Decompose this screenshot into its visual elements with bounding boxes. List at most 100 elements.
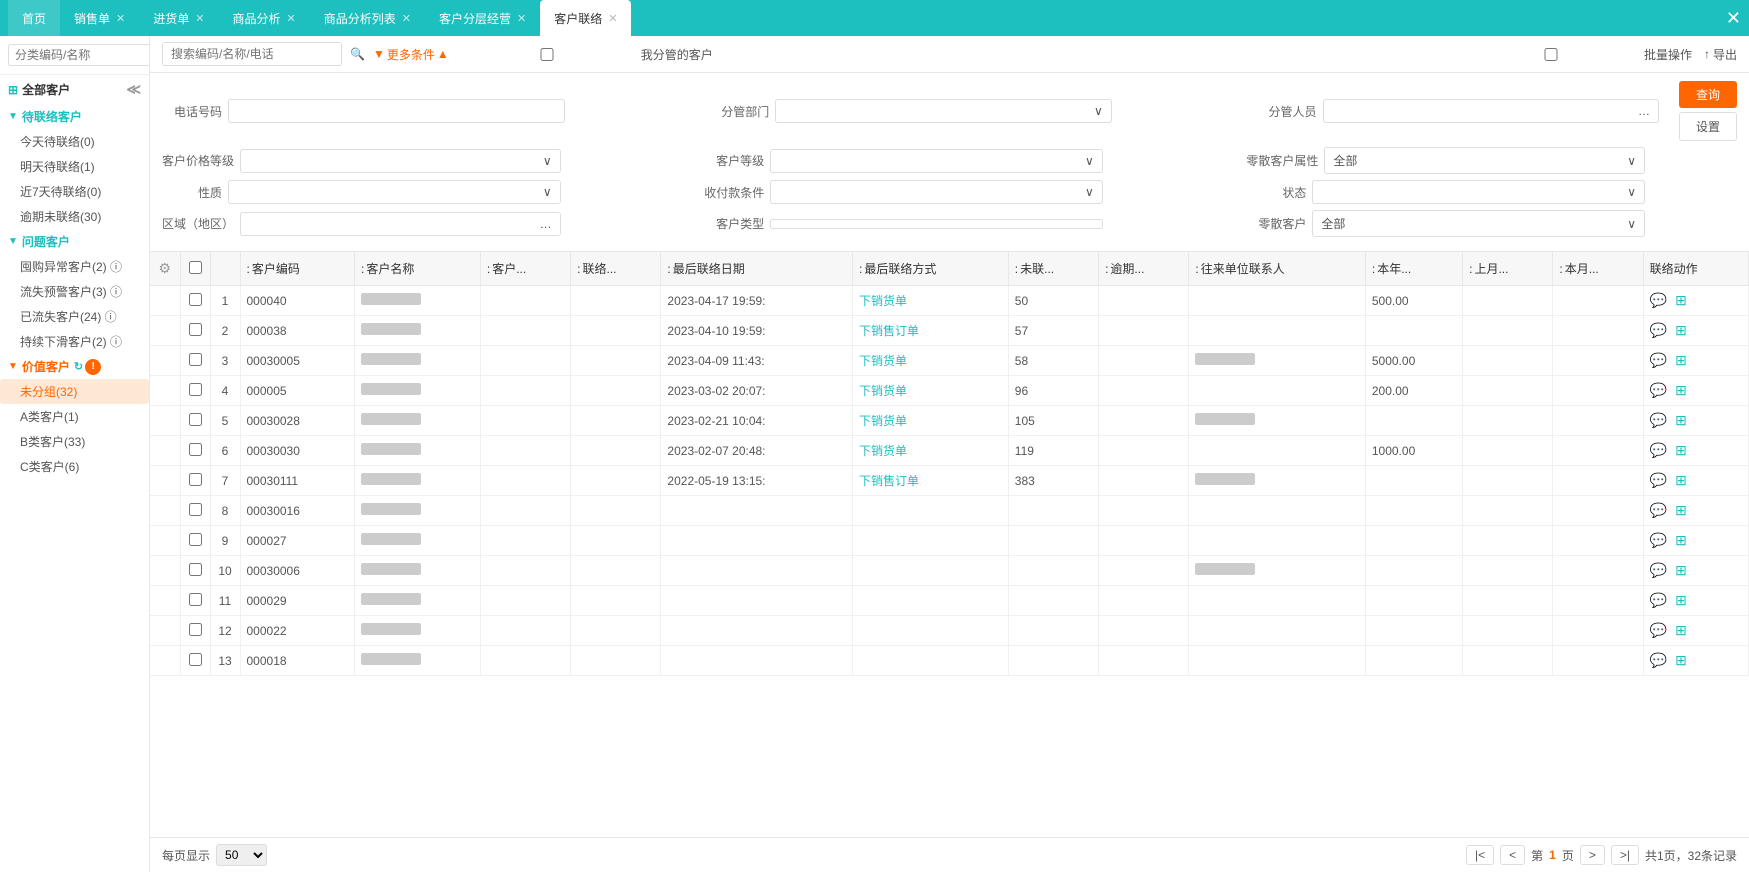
tab-customer-tier[interactable]: 客户分层经营 ✕ xyxy=(425,0,540,36)
col-this-year[interactable]: :本年... xyxy=(1365,252,1462,286)
close-icon[interactable]: ✕ xyxy=(517,12,526,25)
col-this-month[interactable]: :本月... xyxy=(1553,252,1643,286)
sidebar-item-b-class[interactable]: B类客户(33) xyxy=(0,429,149,454)
row-checkbox[interactable] xyxy=(180,496,210,526)
message-icon[interactable]: 💬 xyxy=(1650,622,1667,639)
row-last-method[interactable] xyxy=(852,496,1008,526)
sidebar-item-abnormal[interactable]: 囤购异常客户(2) ⓘ xyxy=(0,254,149,279)
message-icon[interactable]: 💬 xyxy=(1650,382,1667,399)
my-customer-checkbox-area[interactable]: 我分管的客户 xyxy=(457,46,713,63)
search-icon[interactable]: 🔍 xyxy=(350,47,365,61)
sidebar-item-7days[interactable]: 近7天待联络(0) xyxy=(0,179,149,204)
col-contact[interactable]: :联络... xyxy=(571,252,661,286)
group-problem-customers[interactable]: ▼ 问题客户 xyxy=(0,229,149,254)
close-icon[interactable]: ✕ xyxy=(287,12,296,25)
grid-action-icon[interactable]: ⊞ xyxy=(1675,472,1687,489)
message-icon[interactable]: 💬 xyxy=(1650,502,1667,519)
row-last-method[interactable]: 下销货单 xyxy=(852,436,1008,466)
retail-attr-select[interactable]: 全部∨ xyxy=(1324,147,1645,174)
row-select-checkbox[interactable] xyxy=(189,353,202,366)
reset-btn[interactable]: 设置 xyxy=(1679,112,1737,141)
col-last-method[interactable]: :最后联络方式 xyxy=(852,252,1008,286)
col-name[interactable]: :客户名称 xyxy=(354,252,480,286)
tab-home[interactable]: 首页 xyxy=(8,0,60,36)
close-icon[interactable]: ✕ xyxy=(402,12,411,25)
select-all-checkbox[interactable] xyxy=(189,261,202,274)
contact-method-link[interactable]: 下销售订单 xyxy=(859,474,919,488)
col-last-date[interactable]: :最后联络日期 xyxy=(661,252,853,286)
manager-select[interactable]: … xyxy=(1323,99,1660,123)
grid-action-icon[interactable]: ⊞ xyxy=(1675,322,1687,339)
row-checkbox[interactable] xyxy=(180,436,210,466)
row-last-method[interactable]: 下销货单 xyxy=(852,406,1008,436)
message-icon[interactable]: 💬 xyxy=(1650,292,1667,309)
my-customer-checkbox[interactable] xyxy=(457,48,637,61)
col-no-contact[interactable]: :未联... xyxy=(1008,252,1098,286)
close-icon[interactable]: ✕ xyxy=(195,12,204,25)
last-page-btn[interactable]: >| xyxy=(1611,845,1639,865)
refresh-icon[interactable]: ↻ xyxy=(74,360,83,373)
row-last-method[interactable] xyxy=(852,526,1008,556)
close-icon[interactable]: ✕ xyxy=(116,12,125,25)
row-checkbox[interactable] xyxy=(180,286,210,316)
row-select-checkbox[interactable] xyxy=(189,503,202,516)
sidebar-item-declining[interactable]: 持续下滑客户(2) ⓘ xyxy=(0,329,149,354)
property-select[interactable]: ∨ xyxy=(228,180,561,204)
row-checkbox[interactable] xyxy=(180,526,210,556)
row-checkbox[interactable] xyxy=(180,376,210,406)
contact-method-link[interactable]: 下销货单 xyxy=(859,444,907,458)
message-icon[interactable]: 💬 xyxy=(1650,562,1667,579)
row-last-method[interactable] xyxy=(852,586,1008,616)
tab-product-analysis[interactable]: 商品分析 ✕ xyxy=(218,0,309,36)
grid-action-icon[interactable]: ⊞ xyxy=(1675,592,1687,609)
status-select[interactable]: ∨ xyxy=(1312,180,1645,204)
collapse-icon[interactable]: ≪ xyxy=(126,81,141,98)
batch-checkbox[interactable] xyxy=(1461,48,1641,61)
sidebar-item-churn-warning[interactable]: 流失预警客户(3) ⓘ xyxy=(0,279,149,304)
region-select[interactable]: … xyxy=(240,212,561,236)
message-icon[interactable]: 💬 xyxy=(1650,352,1667,369)
row-select-checkbox[interactable] xyxy=(189,473,202,486)
row-select-checkbox[interactable] xyxy=(189,413,202,426)
row-select-checkbox[interactable] xyxy=(189,653,202,666)
retail-customer-select[interactable]: 全部∨ xyxy=(1312,210,1645,237)
row-last-method[interactable] xyxy=(852,556,1008,586)
row-checkbox[interactable] xyxy=(180,616,210,646)
col-overdue[interactable]: :逾期... xyxy=(1099,252,1189,286)
sidebar-item-churned[interactable]: 已流失客户(24) ⓘ xyxy=(0,304,149,329)
grid-action-icon[interactable]: ⊞ xyxy=(1675,532,1687,549)
row-select-checkbox[interactable] xyxy=(189,443,202,456)
row-last-method[interactable]: 下销货单 xyxy=(852,286,1008,316)
row-last-method[interactable] xyxy=(852,646,1008,676)
row-checkbox[interactable] xyxy=(180,316,210,346)
message-icon[interactable]: 💬 xyxy=(1650,442,1667,459)
row-select-checkbox[interactable] xyxy=(189,563,202,576)
next-page-btn[interactable]: > xyxy=(1580,845,1605,865)
grid-action-icon[interactable]: ⊞ xyxy=(1675,292,1687,309)
col-unit-contact[interactable]: :往来单位联系人 xyxy=(1189,252,1366,286)
contact-method-link[interactable]: 下销售订单 xyxy=(859,324,919,338)
contact-method-link[interactable]: 下销货单 xyxy=(859,414,907,428)
payment-select[interactable]: ∨ xyxy=(770,180,1103,204)
sidebar-item-a-class[interactable]: A类客户(1) xyxy=(0,404,149,429)
row-checkbox[interactable] xyxy=(180,346,210,376)
row-checkbox[interactable] xyxy=(180,406,210,436)
sidebar-item-today[interactable]: 今天待联络(0) xyxy=(0,129,149,154)
row-checkbox[interactable] xyxy=(180,586,210,616)
export-btn[interactable]: ↑ 导出 xyxy=(1704,46,1737,63)
close-icon[interactable]: ✕ xyxy=(608,12,617,25)
sidebar-item-overdue[interactable]: 逾期未联络(30) xyxy=(0,204,149,229)
more-conditions-btn[interactable]: ▼ 更多条件 ▲ xyxy=(373,46,449,63)
tab-product-list[interactable]: 商品分析列表 ✕ xyxy=(310,0,425,36)
message-icon[interactable]: 💬 xyxy=(1650,322,1667,339)
grid-action-icon[interactable]: ⊞ xyxy=(1675,562,1687,579)
tab-sales[interactable]: 销售单 ✕ xyxy=(60,0,139,36)
grid-action-icon[interactable]: ⊞ xyxy=(1675,622,1687,639)
dept-select[interactable]: ∨ xyxy=(775,99,1112,123)
close-window-icon[interactable]: ✕ xyxy=(1726,8,1741,29)
row-last-method[interactable]: 下销售订单 xyxy=(852,316,1008,346)
grid-action-icon[interactable]: ⊞ xyxy=(1675,352,1687,369)
message-icon[interactable]: 💬 xyxy=(1650,532,1667,549)
first-page-btn[interactable]: |< xyxy=(1466,845,1494,865)
col-last-month[interactable]: :上月... xyxy=(1463,252,1553,286)
